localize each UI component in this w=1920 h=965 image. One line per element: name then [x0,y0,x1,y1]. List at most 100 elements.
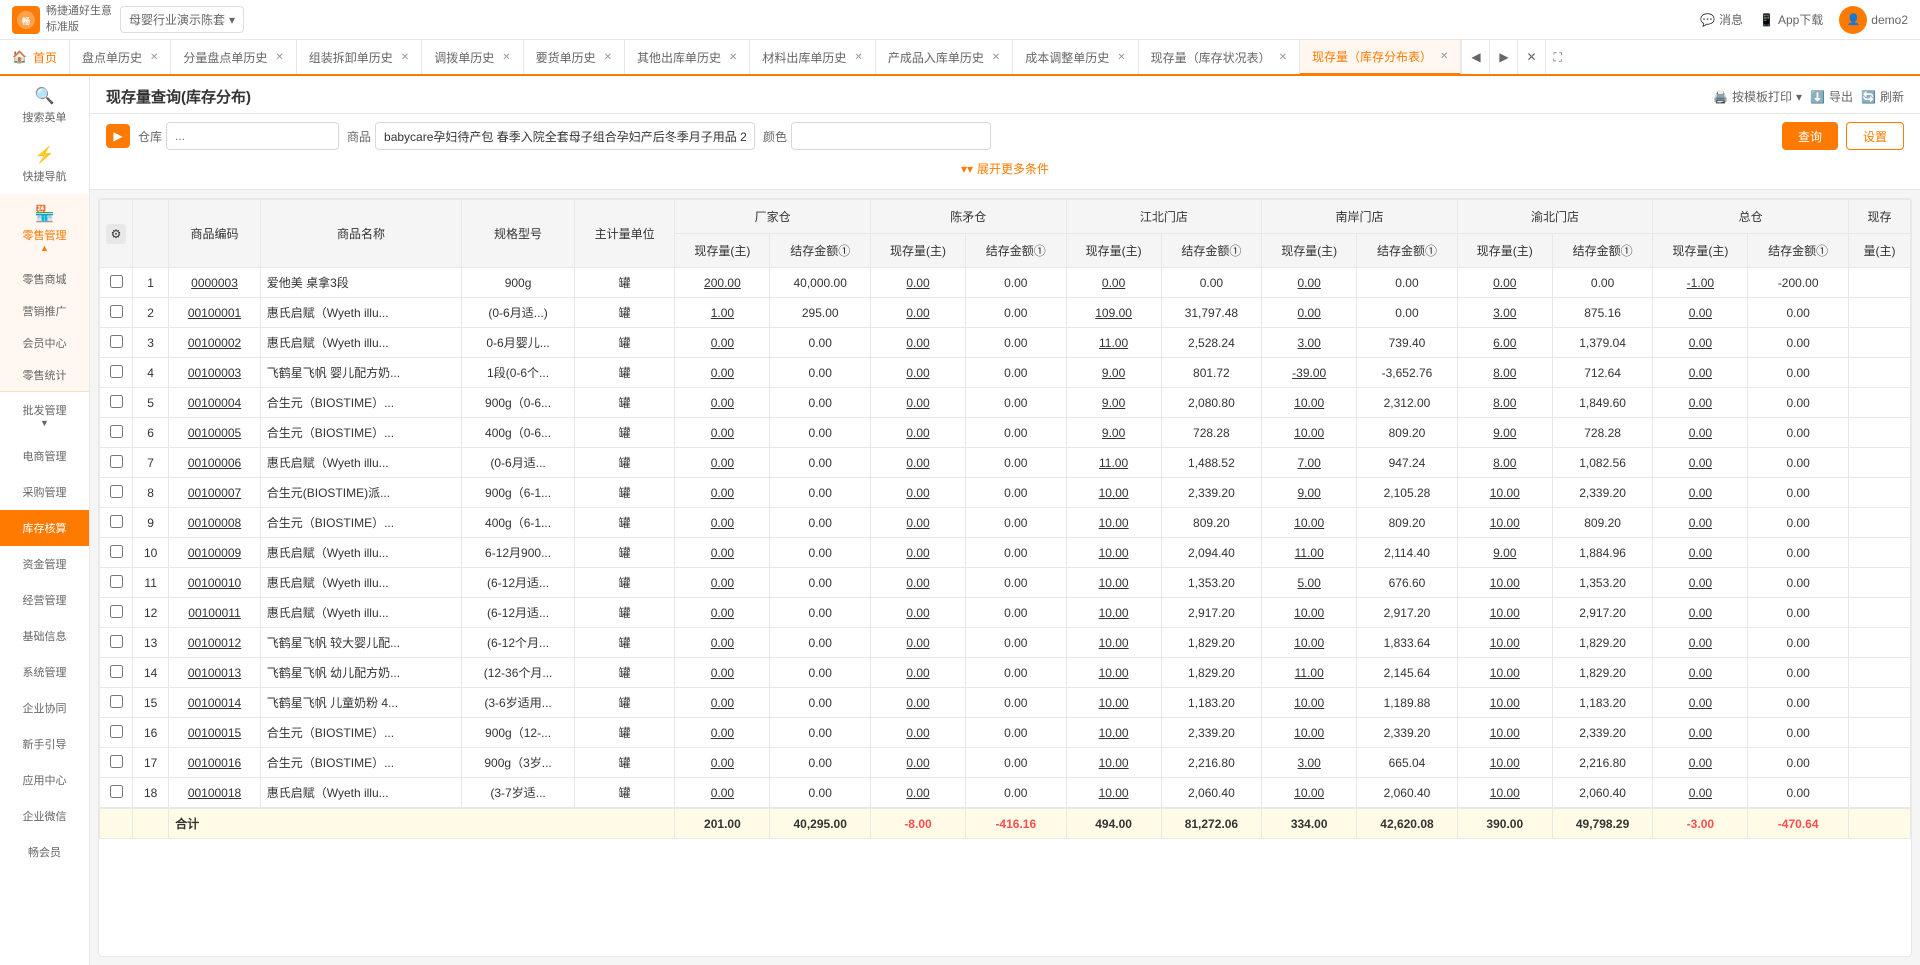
row-total-qty[interactable]: -1.00 [1653,268,1748,298]
row-checkbox[interactable] [100,598,133,628]
row-jb-qty[interactable]: 11.00 [1066,328,1161,358]
row-product-code[interactable]: 00100005 [169,418,260,448]
row-chen-qty[interactable]: 0.00 [870,418,965,448]
row-checkbox[interactable] [100,538,133,568]
tab-close-material-out[interactable]: ✕ [854,52,862,63]
row-yb-qty[interactable]: 10.00 [1457,718,1552,748]
row-product-code[interactable]: 00100018 [169,778,260,809]
row-product-code[interactable]: 00100001 [169,298,260,328]
row-yb-qty[interactable]: 10.00 [1457,688,1552,718]
row-total-qty[interactable]: 0.00 [1653,628,1748,658]
row-checkbox[interactable] [100,388,133,418]
row-fac-qty[interactable]: 0.00 [675,508,770,538]
sidebar-item-system[interactable]: 系统管理 [0,654,89,690]
row-total-qty[interactable]: 0.00 [1653,598,1748,628]
row-total-qty[interactable]: 0.00 [1653,478,1748,508]
row-jb-qty[interactable]: 10.00 [1066,478,1161,508]
row-jb-qty[interactable]: 109.00 [1066,298,1161,328]
row-na-qty[interactable]: 0.00 [1262,268,1357,298]
row-chen-qty[interactable]: 0.00 [870,658,965,688]
row-fac-qty[interactable]: 0.00 [675,388,770,418]
row-total-qty[interactable]: 0.00 [1653,508,1748,538]
row-chen-qty[interactable]: 0.00 [870,358,965,388]
row-product-code[interactable]: 00100012 [169,628,260,658]
row-product-code[interactable]: 00100006 [169,448,260,478]
row-checkbox[interactable] [100,658,133,688]
row-yb-qty[interactable]: 10.00 [1457,628,1552,658]
row-chen-qty[interactable]: 0.00 [870,598,965,628]
row-yb-qty[interactable]: 10.00 [1457,568,1552,598]
tab-expand-button[interactable]: ⛶ [1545,40,1570,75]
row-chen-qty[interactable]: 0.00 [870,568,965,598]
row-na-qty[interactable]: 5.00 [1262,568,1357,598]
message-button[interactable]: 💬 消息 [1700,11,1743,28]
tab-close-product-in[interactable]: ✕ [992,52,1000,63]
row-na-qty[interactable]: 10.00 [1262,508,1357,538]
row-checkbox[interactable] [100,688,133,718]
sidebar-item-corp-wechat[interactable]: 企业微信 [0,798,89,834]
row-jb-qty[interactable]: 10.00 [1066,748,1161,778]
row-chen-qty[interactable]: 0.00 [870,628,965,658]
col-settings-header[interactable]: ⚙ [100,200,133,268]
row-checkbox[interactable] [100,478,133,508]
row-checkbox[interactable] [100,508,133,538]
sidebar-item-member[interactable]: 会员中心 [0,327,89,359]
row-chen-qty[interactable]: 0.00 [870,448,965,478]
row-fac-qty[interactable]: 0.00 [675,628,770,658]
tab-close-inventory-sub[interactable]: ✕ [275,52,283,63]
sidebar-item-wholesale[interactable]: 批发管理 ▼ [0,392,89,438]
row-fac-qty[interactable]: 0.00 [675,748,770,778]
tab-close-bundle[interactable]: ✕ [401,52,409,63]
tab-material-out[interactable]: 材料出库单历史 ✕ [750,40,875,75]
tab-bundle[interactable]: 组装拆卸单历史 ✕ [297,40,422,75]
row-jb-qty[interactable]: 10.00 [1066,718,1161,748]
row-product-code[interactable]: 00100015 [169,718,260,748]
tab-other-out[interactable]: 其他出库单历史 ✕ [625,40,750,75]
row-checkbox[interactable] [100,748,133,778]
sidebar-item-app-center[interactable]: 应用中心 [0,762,89,798]
row-checkbox[interactable] [100,268,133,298]
row-product-code[interactable]: 00100007 [169,478,260,508]
row-jb-qty[interactable]: 10.00 [1066,598,1161,628]
tab-cost-adjust[interactable]: 成本调整单历史 ✕ [1013,40,1138,75]
tab-purchase-request[interactable]: 要货单历史 ✕ [524,40,625,75]
row-yb-qty[interactable]: 8.00 [1457,448,1552,478]
row-fac-qty[interactable]: 0.00 [675,328,770,358]
row-total-qty[interactable]: 0.00 [1653,448,1748,478]
row-product-code[interactable]: 00100008 [169,508,260,538]
sidebar-item-retail-mgmt[interactable]: 🏪 零售管理 ▲ [0,194,89,263]
row-na-qty[interactable]: 7.00 [1262,448,1357,478]
tab-close-other-out[interactable]: ✕ [729,52,737,63]
color-input[interactable] [791,122,991,150]
tab-close-all-button[interactable]: ✕ [1517,40,1544,75]
row-chen-qty[interactable]: 0.00 [870,538,965,568]
refresh-button[interactable]: 🔄 刷新 [1861,88,1904,105]
row-fac-qty[interactable]: 0.00 [675,358,770,388]
row-fac-qty[interactable]: 0.00 [675,478,770,508]
row-total-qty[interactable]: 0.00 [1653,688,1748,718]
row-product-code[interactable]: 00100004 [169,388,260,418]
tab-close-stock-dist[interactable]: ✕ [1440,51,1448,62]
row-fac-qty[interactable]: 0.00 [675,538,770,568]
row-jb-qty[interactable]: 0.00 [1066,268,1161,298]
print-button[interactable]: 🖨️ 按模板打印 ▾ [1713,88,1802,105]
industry-selector[interactable]: 母婴行业演示陈套 ▾ [120,6,244,33]
row-total-qty[interactable]: 0.00 [1653,568,1748,598]
row-yb-qty[interactable]: 10.00 [1457,658,1552,688]
row-product-code[interactable]: 00100003 [169,358,260,388]
row-yb-qty[interactable]: 10.00 [1457,508,1552,538]
row-fac-qty[interactable]: 0.00 [675,688,770,718]
row-jb-qty[interactable]: 9.00 [1066,418,1161,448]
tab-close-stock-status[interactable]: ✕ [1279,52,1287,63]
row-jb-qty[interactable]: 10.00 [1066,688,1161,718]
row-checkbox[interactable] [100,418,133,448]
row-total-qty[interactable]: 0.00 [1653,718,1748,748]
row-checkbox[interactable] [100,628,133,658]
row-chen-qty[interactable]: 0.00 [870,478,965,508]
row-na-qty[interactable]: -39.00 [1262,358,1357,388]
export-button[interactable]: ⬇️ 导出 [1810,88,1853,105]
row-jb-qty[interactable]: 11.00 [1066,448,1161,478]
sidebar-item-basic[interactable]: 基础信息 [0,618,89,654]
row-total-qty[interactable]: 0.00 [1653,388,1748,418]
row-jb-qty[interactable]: 9.00 [1066,358,1161,388]
